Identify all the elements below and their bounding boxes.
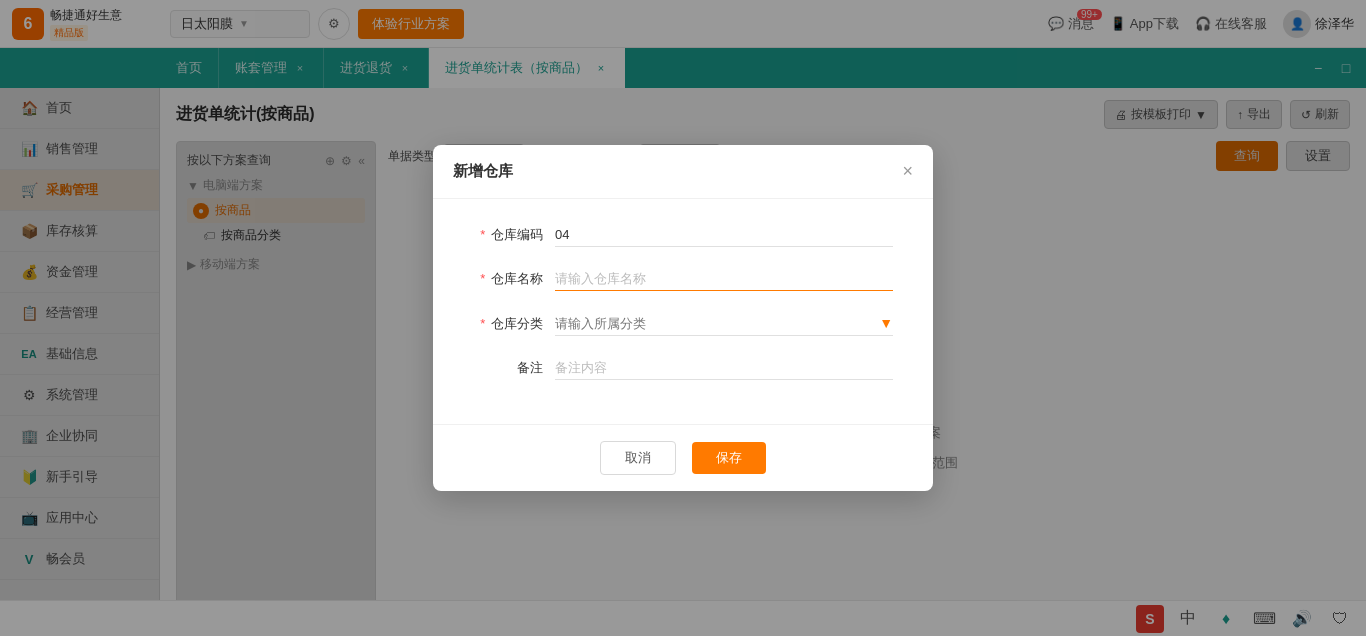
- code-input[interactable]: [555, 223, 893, 247]
- name-input[interactable]: [555, 267, 893, 291]
- code-label: * 仓库编码: [473, 226, 543, 244]
- modal-overlay[interactable]: 新增仓库 × * 仓库编码 * 仓库名称: [0, 0, 1366, 636]
- remark-label: 备注: [473, 359, 543, 377]
- form-row-category: * 仓库分类 ▼: [473, 311, 893, 336]
- category-input[interactable]: [555, 316, 879, 331]
- modal-title: 新增仓库: [453, 162, 513, 181]
- form-row-remark: 备注: [473, 356, 893, 380]
- required-star-name: *: [480, 271, 485, 286]
- category-select-wrapper[interactable]: ▼: [555, 311, 893, 336]
- modal-header: 新增仓库 ×: [433, 145, 933, 199]
- remark-input[interactable]: [555, 356, 893, 380]
- form-row-name: * 仓库名称: [473, 267, 893, 291]
- category-label: * 仓库分类: [473, 315, 543, 333]
- required-star-category: *: [480, 316, 485, 331]
- name-label: * 仓库名称: [473, 270, 543, 288]
- form-row-code: * 仓库编码: [473, 223, 893, 247]
- modal-footer: 取消 保存: [433, 424, 933, 491]
- modal-body: * 仓库编码 * 仓库名称 * 仓库分类: [433, 199, 933, 424]
- required-star-code: *: [480, 227, 485, 242]
- modal-close-button[interactable]: ×: [902, 161, 913, 182]
- add-warehouse-modal: 新增仓库 × * 仓库编码 * 仓库名称: [433, 145, 933, 491]
- save-button[interactable]: 保存: [692, 442, 766, 474]
- cancel-button[interactable]: 取消: [600, 441, 676, 475]
- category-dropdown-icon: ▼: [879, 315, 893, 331]
